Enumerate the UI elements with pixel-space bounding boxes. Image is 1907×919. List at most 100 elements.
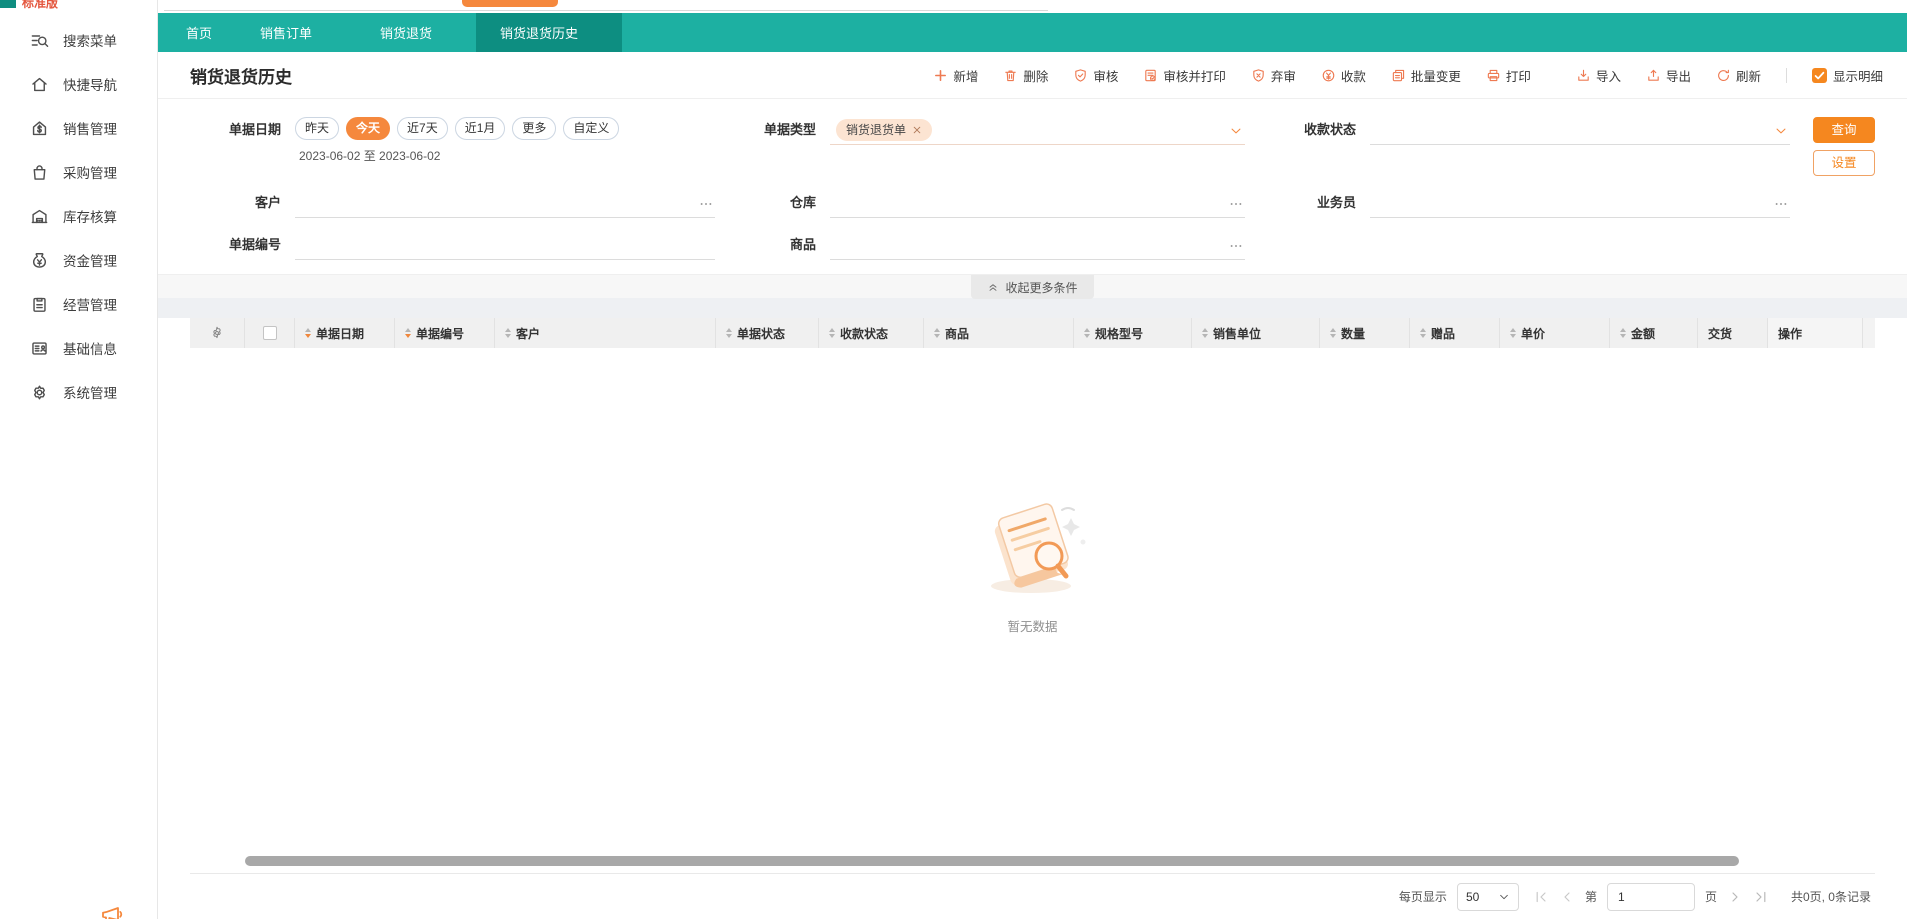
show-detail-checkbox[interactable]: 显示明细 — [1811, 66, 1883, 85]
ellipsis-icon[interactable] — [1774, 197, 1788, 211]
date-pill[interactable]: 昨天 — [295, 116, 340, 140]
payment-status-input[interactable] — [1370, 115, 1790, 145]
table-column-header[interactable]: 操作 — [1768, 318, 1863, 348]
page-size-select[interactable]: 50 — [1456, 882, 1519, 911]
toolbar-button-label: 收款 — [1340, 69, 1366, 84]
query-button[interactable]: 查询 — [1813, 117, 1875, 143]
doc-date-field: 昨天 今天 近7天 近1月 更多 自定义 2023-06-02 至 2023-06-02 — [295, 115, 715, 176]
table-column-header[interactable]: 单价 — [1500, 318, 1610, 348]
toolbar-button[interactable]: 导入 — [1576, 66, 1621, 85]
toolbar-button-label: 刷新 — [1735, 69, 1761, 84]
tab[interactable]: 首页 — [162, 13, 236, 52]
sidebar-item[interactable]: 资金管理 — [0, 238, 157, 282]
table-column-header[interactable]: 规格型号 — [1074, 318, 1192, 348]
column-label: 赠品 — [1431, 326, 1456, 341]
toolbar-button[interactable]: 新增 — [933, 66, 978, 85]
table-column-header[interactable]: 赠品 — [1410, 318, 1500, 348]
tab-close-icon[interactable] — [321, 27, 332, 38]
sidebar-item[interactable]: 经营管理 — [0, 282, 157, 326]
column-settings-button[interactable] — [190, 318, 245, 348]
sidebar-item[interactable]: 基础信息 — [0, 326, 157, 370]
top-hairline — [164, 10, 1048, 11]
cropped-top-button[interactable] — [462, 0, 558, 7]
select-all-checkbox[interactable] — [245, 318, 295, 348]
chevron-down-icon[interactable] — [1229, 124, 1243, 138]
toolbar: 新增 删除 审核 审核并打印 弃审 收款 批量变更 打印 导入 导出 刷新 显示… — [933, 66, 1883, 85]
sidebar-item[interactable]: 快捷导航 — [0, 62, 157, 106]
table-column-header[interactable]: 商品 — [924, 318, 1074, 348]
date-pill[interactable]: 近7天 — [397, 116, 448, 140]
table-column-header[interactable]: 单据日期 — [295, 318, 395, 348]
tab[interactable]: 销售订单 — [236, 13, 356, 52]
import-icon — [1576, 68, 1591, 83]
toolbar-button[interactable]: 刷新 — [1716, 66, 1761, 85]
tab[interactable]: 销货退货历史 — [476, 13, 623, 52]
sidebar-item[interactable]: 库存核算 — [0, 194, 157, 238]
top-strip — [158, 0, 1907, 13]
date-pill[interactable]: 近1月 — [454, 116, 506, 140]
ellipsis-icon[interactable] — [699, 197, 713, 211]
table-column-header[interactable]: 单据编号 — [395, 318, 495, 348]
sort-arrows-icon — [1084, 328, 1090, 338]
toolbar-button[interactable]: 收款 — [1321, 66, 1366, 85]
table-column-header[interactable]: 单据状态 — [716, 318, 819, 348]
page-first-icon[interactable] — [1533, 889, 1549, 905]
page-prev-icon[interactable] — [1559, 889, 1575, 905]
doc-type-label: 单据类型 — [763, 122, 816, 137]
product-input[interactable] — [830, 230, 1245, 260]
ellipsis-icon[interactable] — [1229, 239, 1243, 253]
column-label: 单据编号 — [416, 326, 465, 341]
product-field — [830, 230, 1245, 260]
table-column-header[interactable]: 客户 — [495, 318, 716, 348]
toolbar-button[interactable]: 批量变更 — [1391, 66, 1461, 85]
horizontal-scrollbar[interactable] — [245, 856, 1739, 866]
collapse-more-conditions[interactable]: 收起更多条件 — [971, 275, 1094, 299]
sort-arrows-icon — [1420, 328, 1426, 338]
ellipsis-icon[interactable] — [1229, 197, 1243, 211]
toolbar-button-label: 导入 — [1595, 69, 1621, 84]
toolbar-button[interactable]: 打印 — [1486, 66, 1551, 85]
doc-no-input[interactable] — [295, 230, 715, 260]
table-column-header[interactable]: 收款状态 — [819, 318, 924, 348]
table-column-header[interactable]: 交货 — [1698, 318, 1768, 348]
sales-icon — [30, 119, 49, 138]
sidebar-item[interactable]: 搜索菜单 — [0, 18, 157, 62]
date-pill[interactable]: 自定义 — [563, 116, 620, 140]
table-column-header[interactable]: 销售单位 — [1192, 318, 1320, 348]
page-last-icon[interactable] — [1753, 889, 1769, 905]
toolbar-button[interactable]: 审核 — [1073, 66, 1118, 85]
sidebar-item-label: 快捷导航 — [63, 78, 117, 93]
chevron-down-icon[interactable] — [1774, 124, 1788, 138]
column-label: 金额 — [1631, 326, 1656, 341]
warehouse-input[interactable] — [830, 188, 1245, 218]
toolbar-button[interactable]: 审核并打印 — [1143, 66, 1226, 85]
tab[interactable]: 销货退货 — [356, 13, 476, 52]
table-column-header[interactable]: 金额 — [1610, 318, 1698, 348]
date-pill[interactable]: 今天 — [346, 116, 391, 140]
date-pill[interactable]: 更多 — [512, 116, 557, 140]
sidebar-item[interactable]: 销售管理 — [0, 106, 157, 150]
megaphone-icon[interactable] — [100, 902, 124, 919]
column-label: 数量 — [1341, 326, 1366, 341]
page-number-input[interactable] — [1606, 882, 1695, 911]
tab-label: 销货退货 — [380, 26, 433, 41]
sidebar-item[interactable]: 系统管理 — [0, 370, 157, 414]
customer-input[interactable] — [295, 188, 715, 218]
chevron-down-icon — [1498, 891, 1510, 903]
salesman-input[interactable] — [1370, 188, 1790, 218]
toolbar-button-label: 新增 — [953, 69, 979, 84]
toolbar-button[interactable]: 删除 — [1003, 66, 1048, 85]
toolbar-button[interactable]: 导出 — [1646, 66, 1691, 85]
sidebar-item[interactable]: 采购管理 — [0, 150, 157, 194]
page-next-icon[interactable] — [1727, 889, 1743, 905]
tab-close-icon[interactable] — [587, 27, 598, 38]
empty-text: 暂无数据 — [1007, 620, 1058, 634]
close-icon[interactable] — [912, 125, 922, 135]
tab-close-icon[interactable] — [441, 27, 452, 38]
batch-icon — [1391, 68, 1406, 83]
settings-button[interactable]: 设置 — [1813, 150, 1875, 176]
toolbar-button[interactable]: 弃审 — [1251, 66, 1296, 85]
table-column-header[interactable]: 数量 — [1320, 318, 1410, 348]
operations-icon — [30, 295, 49, 314]
doc-type-input[interactable]: 销货退货单 — [830, 115, 1245, 145]
